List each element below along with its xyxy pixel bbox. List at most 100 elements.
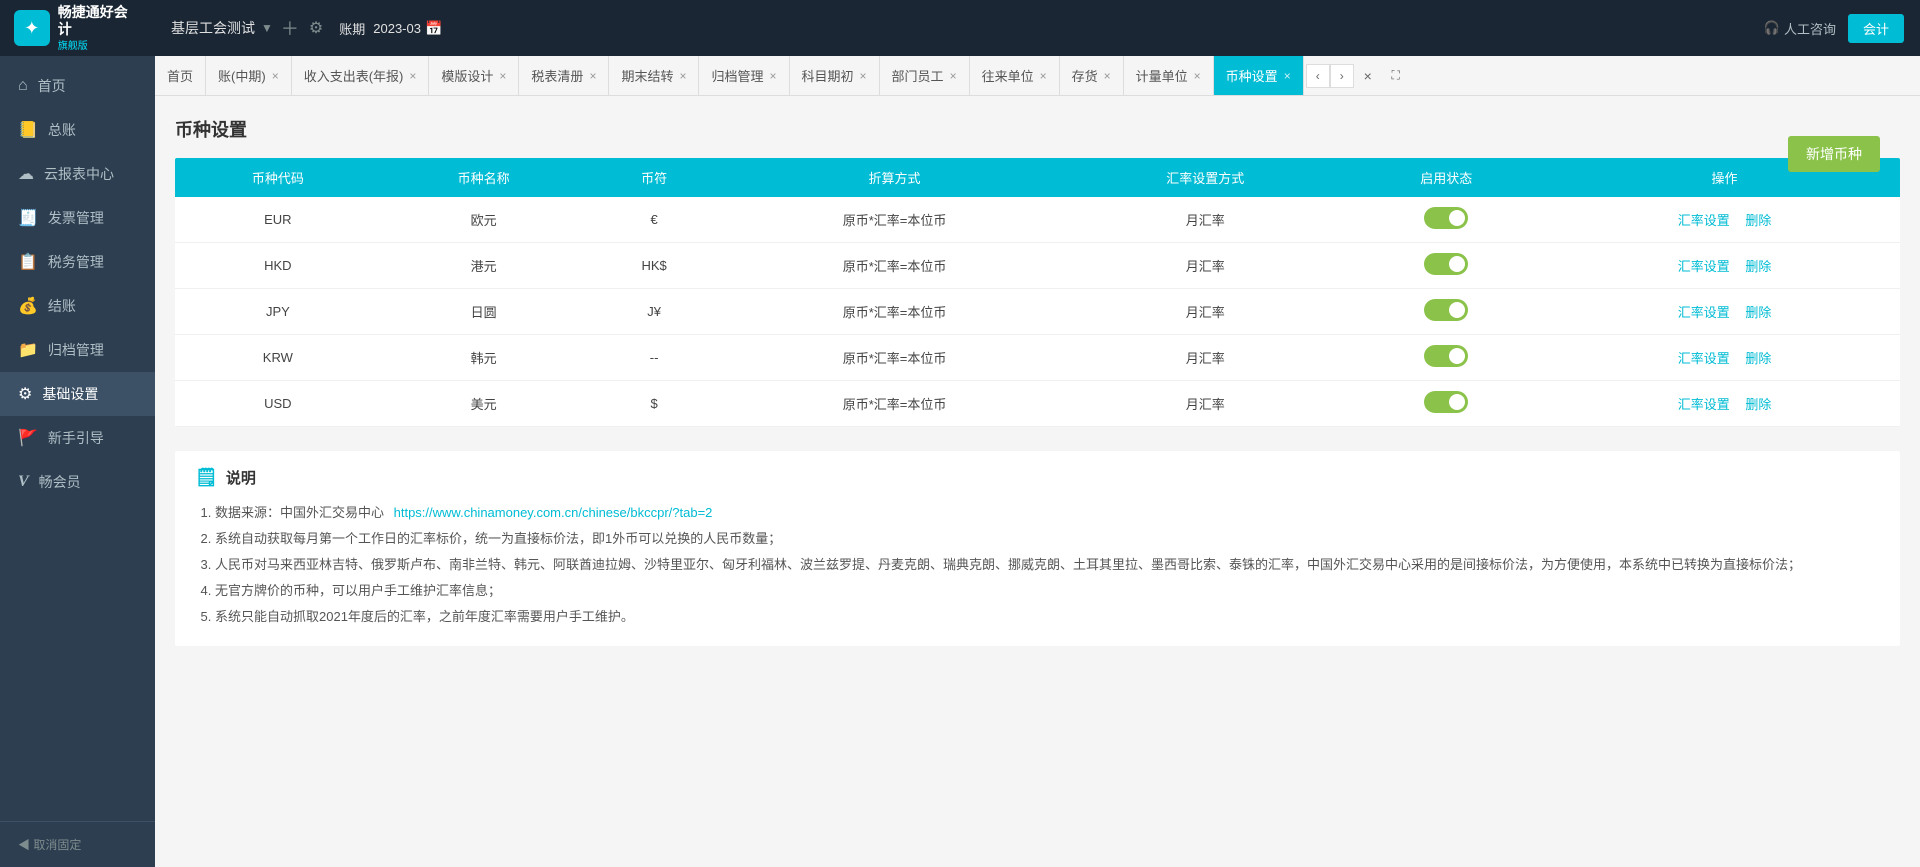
expand-tabs-btn[interactable]: ⛶: [1382, 62, 1410, 90]
cell-symbol: HK$: [586, 243, 721, 289]
status-toggle-USD[interactable]: [1424, 391, 1468, 413]
tab-tax[interactable]: 税表清册 ×: [519, 56, 609, 96]
tax-icon: 📋: [18, 252, 38, 272]
cell-status[interactable]: [1343, 335, 1549, 381]
tab-template[interactable]: 模版设计 ×: [429, 56, 519, 96]
sidebar-item-invoice[interactable]: 🧾 发票管理: [0, 196, 155, 240]
ledger-icon: 📒: [18, 120, 38, 140]
cell-status[interactable]: [1343, 381, 1549, 427]
add-company-btn[interactable]: ＋: [281, 15, 299, 41]
cell-status[interactable]: [1343, 243, 1549, 289]
cell-rate-type: 月汇率: [1067, 197, 1343, 243]
delete-link-JPY[interactable]: 删除: [1745, 305, 1771, 320]
tab-currency[interactable]: 币种设置 ×: [1214, 56, 1304, 96]
sidebar-item-archive[interactable]: 📁 归档管理: [0, 328, 155, 372]
tab-close-unit[interactable]: ×: [1194, 69, 1201, 83]
tab-inventory[interactable]: 存货 ×: [1060, 56, 1124, 96]
tab-balance[interactable]: 账(中期) ×: [206, 56, 292, 96]
cell-name: 欧元: [381, 197, 587, 243]
table-row: HKD 港元 HK$ 原币*汇率=本位币 月汇率 汇率设置 删除: [175, 243, 1900, 289]
delete-link-KRW[interactable]: 删除: [1745, 351, 1771, 366]
sidebar-item-settings[interactable]: ⚙ 基础设置: [0, 372, 155, 416]
tab-next-btn[interactable]: ›: [1330, 64, 1354, 88]
cell-status[interactable]: [1343, 289, 1549, 335]
tab-bar: 首页 账(中期) × 收入支出表(年报) × 模版设计 × 税表清册 × 期末结…: [155, 56, 1920, 96]
cell-calc: 原币*汇率=本位币: [722, 381, 1067, 427]
sidebar-item-reports[interactable]: ☁ 云报表中心: [0, 152, 155, 196]
rate-setting-link-USD[interactable]: 汇率设置: [1678, 397, 1730, 412]
status-toggle-EUR[interactable]: [1424, 207, 1468, 229]
cell-name: 港元: [381, 243, 587, 289]
notes-section: 🗒 说明 数据来源：中国外汇交易中心 https://www.chinamone…: [175, 451, 1900, 646]
calendar-icon[interactable]: 📅: [425, 20, 442, 37]
app-logo: ✦ 畅捷通好会计 旗舰版: [0, 0, 155, 56]
cell-status[interactable]: [1343, 197, 1549, 243]
tab-close-archive-mgr[interactable]: ×: [770, 69, 777, 83]
tab-departments[interactable]: 部门员工 ×: [880, 56, 970, 96]
header-right: 🎧 人工咨询 会计: [1764, 14, 1904, 43]
status-toggle-KRW[interactable]: [1424, 345, 1468, 367]
tab-unit[interactable]: 计量单位 ×: [1124, 56, 1214, 96]
tab-close-customers[interactable]: ×: [1040, 69, 1047, 83]
tab-customers[interactable]: 往来单位 ×: [970, 56, 1060, 96]
cell-code: USD: [175, 381, 381, 427]
cell-code: JPY: [175, 289, 381, 335]
sidebar-item-member[interactable]: V 畅会员: [0, 460, 155, 504]
tab-close-currency[interactable]: ×: [1284, 69, 1291, 83]
sidebar-item-guide[interactable]: 🚩 新手引导: [0, 416, 155, 460]
note-item: 系统只能自动抓取2021年度后的汇率，之前年度汇率需要用户手工维护。: [215, 604, 1880, 630]
rate-setting-link-JPY[interactable]: 汇率设置: [1678, 305, 1730, 320]
tab-income[interactable]: 收入支出表(年报) ×: [292, 56, 430, 96]
company-settings-icon[interactable]: ⚙: [309, 18, 323, 38]
cell-name: 美元: [381, 381, 587, 427]
cell-code: EUR: [175, 197, 381, 243]
new-currency-btn[interactable]: 新增币种: [1788, 136, 1880, 172]
delete-link-EUR[interactable]: 删除: [1745, 213, 1771, 228]
notes-link[interactable]: https://www.chinamoney.com.cn/chinese/bk…: [394, 505, 713, 520]
tab-archive-mgr[interactable]: 归档管理 ×: [699, 56, 789, 96]
tab-prev-btn[interactable]: ‹: [1306, 64, 1330, 88]
delete-link-USD[interactable]: 删除: [1745, 397, 1771, 412]
tab-close-departments[interactable]: ×: [950, 69, 957, 83]
status-toggle-HKD[interactable]: [1424, 253, 1468, 275]
tab-subjects[interactable]: 科目期初 ×: [790, 56, 880, 96]
cell-rate-type: 月汇率: [1067, 381, 1343, 427]
tab-period-close[interactable]: 期末结转 ×: [609, 56, 699, 96]
rate-setting-link-HKD[interactable]: 汇率设置: [1678, 259, 1730, 274]
tab-close-template[interactable]: ×: [499, 69, 506, 83]
cell-symbol: J¥: [586, 289, 721, 335]
cell-action: 汇率设置 删除: [1549, 335, 1900, 381]
rate-setting-link-EUR[interactable]: 汇率设置: [1678, 213, 1730, 228]
sidebar-item-home[interactable]: ⌂ 首页: [0, 64, 155, 108]
tab-close-balance[interactable]: ×: [272, 69, 279, 83]
tab-close-inventory[interactable]: ×: [1104, 69, 1111, 83]
status-toggle-JPY[interactable]: [1424, 299, 1468, 321]
tab-home[interactable]: 首页: [155, 56, 206, 96]
header: 基层工会测试 ▼ ＋ ⚙ 账期 2023-03 📅 🎧 人工咨询 会计: [155, 0, 1920, 56]
cell-action: 汇率设置 删除: [1549, 289, 1900, 335]
sidebar-item-ledger[interactable]: 📒 总账: [0, 108, 155, 152]
table-header: 币种代码 币种名称 币符 折算方式 汇率设置方式 启用状态 操作: [175, 158, 1900, 197]
tab-close-subjects[interactable]: ×: [860, 69, 867, 83]
collapse-sidebar-btn[interactable]: ◀ 取消固定: [0, 821, 155, 867]
cloud-icon: ☁: [18, 164, 34, 184]
table-row: EUR 欧元 € 原币*汇率=本位币 月汇率 汇率设置 删除: [175, 197, 1900, 243]
accountant-btn[interactable]: 会计: [1848, 14, 1904, 43]
sidebar-item-tax[interactable]: 📋 税务管理: [0, 240, 155, 284]
archive-icon: 📁: [18, 340, 38, 360]
close-all-tabs-btn[interactable]: ×: [1354, 62, 1382, 90]
closing-icon: 💰: [18, 296, 38, 316]
rate-setting-link-KRW[interactable]: 汇率设置: [1678, 351, 1730, 366]
sidebar-nav: ⌂ 首页 📒 总账 ☁ 云报表中心 🧾 发票管理 📋 税务管理 💰 结账 📁 归…: [0, 56, 155, 821]
tab-close-tax[interactable]: ×: [589, 69, 596, 83]
logo-icon: ✦: [14, 10, 50, 46]
col-status: 启用状态: [1343, 158, 1549, 197]
tab-close-period-close[interactable]: ×: [679, 69, 686, 83]
cell-symbol: €: [586, 197, 721, 243]
cell-rate-type: 月汇率: [1067, 243, 1343, 289]
sidebar-item-closing[interactable]: 💰 结账: [0, 284, 155, 328]
service-btn[interactable]: 🎧 人工咨询: [1764, 19, 1836, 38]
company-selector[interactable]: 基层工会测试 ▼: [171, 18, 273, 38]
tab-close-income[interactable]: ×: [409, 69, 416, 83]
delete-link-HKD[interactable]: 删除: [1745, 259, 1771, 274]
